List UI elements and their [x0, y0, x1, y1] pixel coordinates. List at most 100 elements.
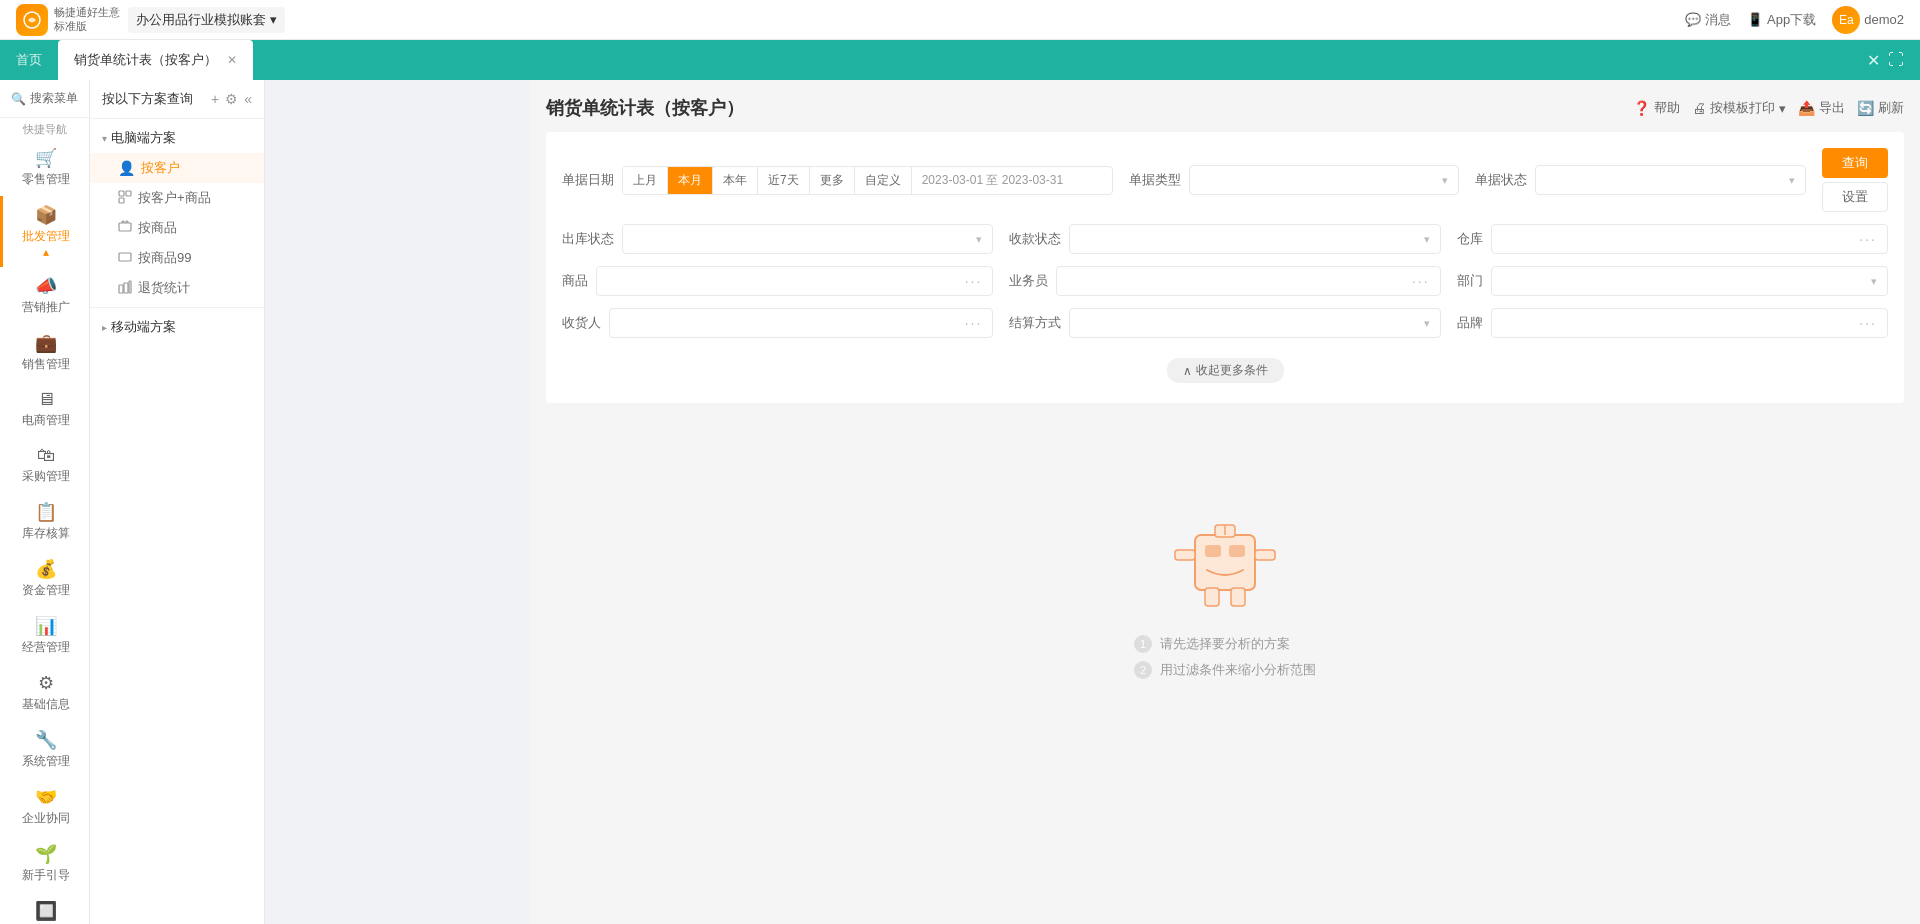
- home-tab-label: 首页: [16, 51, 42, 69]
- date-btn-current-month[interactable]: 本月: [668, 167, 713, 194]
- svg-rect-1: [119, 191, 124, 196]
- order-status-caret: ▾: [1789, 174, 1795, 187]
- user-menu[interactable]: Ea demo2: [1832, 6, 1904, 34]
- quick-nav-label: 快捷导航: [0, 118, 89, 139]
- date-btn-custom[interactable]: 自定义: [855, 167, 912, 194]
- svg-rect-15: [1255, 550, 1275, 560]
- messages-button[interactable]: 💬 消息: [1685, 11, 1731, 29]
- wholesale-icon: 📦: [35, 204, 57, 226]
- top-header: 畅捷通好生意 标准版 办公用品行业模拟账套 ▾ 💬 消息 📱 App下载 Ea …: [0, 0, 1920, 40]
- sidebar-item-ecommerce[interactable]: 🖥 电商管理: [0, 381, 89, 437]
- settings-button[interactable]: 设置: [1822, 182, 1888, 212]
- company-name: 办公用品行业模拟账套: [136, 11, 266, 29]
- sidebar-item-label-ecommerce: 电商管理: [22, 412, 70, 429]
- help-button[interactable]: ❓ 帮助: [1633, 99, 1680, 117]
- sidebar-item-sales[interactable]: 💼 销售管理: [0, 324, 89, 381]
- tree-item-return-stats[interactable]: 退货统计: [90, 273, 264, 303]
- sidebar-item-label-purchase: 采购管理: [22, 468, 70, 485]
- tree-collapse-icon: ▸: [102, 322, 107, 333]
- sidebar-item-system[interactable]: 🔧 系统管理: [0, 721, 89, 778]
- print-button[interactable]: 🖨 按模板打印 ▾: [1692, 99, 1786, 117]
- filter-order-status: 单据状态 ▾: [1475, 165, 1806, 195]
- order-type-select[interactable]: ▾: [1189, 165, 1460, 195]
- sidebar-search[interactable]: 🔍 搜索菜单: [0, 80, 89, 118]
- tree-group-mobile[interactable]: ▸ 移动端方案: [90, 312, 264, 342]
- svg-rect-9: [1195, 535, 1255, 590]
- goods-select[interactable]: ···: [596, 266, 993, 296]
- basic-icon: ⚙: [38, 672, 54, 694]
- query-button[interactable]: 查询: [1822, 148, 1888, 178]
- recipient-dots: ···: [965, 315, 983, 331]
- warehouse-select[interactable]: ···: [1491, 224, 1888, 254]
- receipt-status-label: 收款状态: [1009, 230, 1061, 248]
- export-button[interactable]: 📤 导出: [1798, 99, 1845, 117]
- out-status-select[interactable]: ▾: [622, 224, 993, 254]
- date-btn-more[interactable]: 更多: [810, 167, 855, 194]
- filter-goods: 商品 ···: [562, 266, 993, 296]
- sidebar-item-cooperation[interactable]: 🤝 企业协同: [0, 778, 89, 835]
- svg-rect-10: [1205, 545, 1221, 557]
- tab-expand-icon[interactable]: ⛶: [1888, 51, 1904, 69]
- filter-recipient: 收货人 ···: [562, 308, 993, 338]
- tab-home[interactable]: 首页: [0, 40, 58, 80]
- sidebar-item-purchase[interactable]: 🛍 采购管理: [0, 437, 89, 493]
- sidebar-item-label-system: 系统管理: [22, 753, 70, 770]
- order-status-select[interactable]: ▾: [1535, 165, 1806, 195]
- tab-sales-stats[interactable]: 销货单统计表（按客户） ✕: [58, 40, 253, 80]
- tree-item-by-customer-goods[interactable]: 按客户+商品: [90, 183, 264, 213]
- tab-close-all-icon[interactable]: ✕: [1867, 51, 1880, 70]
- customer-goods-icon: [118, 190, 132, 207]
- sidebar-item-retail[interactable]: 🛒 零售管理: [0, 139, 89, 196]
- search-menu-button[interactable]: 🔍 搜索菜单: [8, 90, 81, 107]
- company-selector[interactable]: 办公用品行业模拟账套 ▾: [128, 7, 285, 33]
- app-download-button[interactable]: 📱 App下载: [1747, 11, 1816, 29]
- tab-close-icon[interactable]: ✕: [227, 53, 237, 67]
- tree-item-by-customer[interactable]: 👤 按客户: [90, 153, 264, 183]
- empty-state: 1 请先选择要分析的方案 2 用过滤条件来缩小分析范围: [546, 415, 1904, 719]
- settlement-select[interactable]: ▾: [1069, 308, 1440, 338]
- filter-row-4: 收货人 ··· 结算方式 ▾ 品牌: [562, 308, 1888, 338]
- sidebar-item-label-inventory: 库存核算: [22, 525, 70, 542]
- system-icon: 🔧: [35, 729, 57, 751]
- svg-rect-14: [1175, 550, 1195, 560]
- date-btn-current-year[interactable]: 本年: [713, 167, 758, 194]
- brand-dots: ···: [1859, 315, 1877, 331]
- brand-select[interactable]: ···: [1491, 308, 1888, 338]
- collapse-panel-button[interactable]: «: [244, 91, 252, 107]
- filter-row-1: 单据日期 上月 本月 本年 近7天 更多 自定义 2023-03-01 至 20…: [562, 148, 1888, 212]
- hint-text-2: 用过滤条件来缩小分析范围: [1160, 661, 1316, 679]
- date-btn-7days[interactable]: 近7天: [758, 167, 810, 194]
- collapse-button[interactable]: ∧ 收起更多条件: [1167, 358, 1284, 383]
- salesperson-select[interactable]: ···: [1056, 266, 1440, 296]
- sidebar-item-finance[interactable]: 💰 资金管理: [0, 550, 89, 607]
- sidebar-item-wholesale[interactable]: 📦 批发管理 ▴: [0, 196, 89, 267]
- brand-label: 品牌: [1457, 314, 1483, 332]
- tab-bar: 首页 销货单统计表（按客户） ✕ ✕ ⛶: [0, 40, 1920, 80]
- add-scheme-button[interactable]: +: [211, 91, 219, 107]
- sidebar-item-inventory[interactable]: 📋 库存核算: [0, 493, 89, 550]
- tree-item-by-goods[interactable]: 按商品: [90, 213, 264, 243]
- collapse-icon: ∧: [1183, 364, 1192, 378]
- tree-item-by-goods99[interactable]: 按商品99: [90, 243, 264, 273]
- sidebar-item-newbie[interactable]: 🌱 新手引导: [0, 835, 89, 892]
- date-btn-last-month[interactable]: 上月: [623, 167, 668, 194]
- cooperation-icon: 🤝: [35, 786, 57, 808]
- tree-group-desktop-label: 电脑端方案: [111, 129, 176, 147]
- receipt-status-select[interactable]: ▾: [1069, 224, 1440, 254]
- department-select[interactable]: ▾: [1491, 266, 1888, 296]
- sidebar-item-basic[interactable]: ⚙ 基础信息: [0, 664, 89, 721]
- recipient-select[interactable]: ···: [609, 308, 993, 338]
- filter-order-type: 单据类型 ▾: [1129, 165, 1460, 195]
- scheme-settings-button[interactable]: ⚙: [225, 91, 238, 107]
- order-type-caret: ▾: [1442, 174, 1448, 187]
- sidebar-item-appstore[interactable]: 🔲 应用中心: [0, 892, 89, 924]
- filter-brand: 品牌 ···: [1457, 308, 1888, 338]
- refresh-button[interactable]: 🔄 刷新: [1857, 99, 1904, 117]
- tree-item-label-by-goods99: 按商品99: [138, 249, 191, 267]
- department-caret: ▾: [1871, 275, 1877, 288]
- tree-group-desktop[interactable]: ▾ 电脑端方案: [90, 123, 264, 153]
- hint-text-1: 请先选择要分析的方案: [1160, 635, 1290, 653]
- sidebar-item-label-wholesale: 批发管理: [22, 228, 70, 245]
- sidebar-item-operations[interactable]: 📊 经营管理: [0, 607, 89, 664]
- sidebar-item-marketing[interactable]: 📣 营销推广: [0, 267, 89, 324]
